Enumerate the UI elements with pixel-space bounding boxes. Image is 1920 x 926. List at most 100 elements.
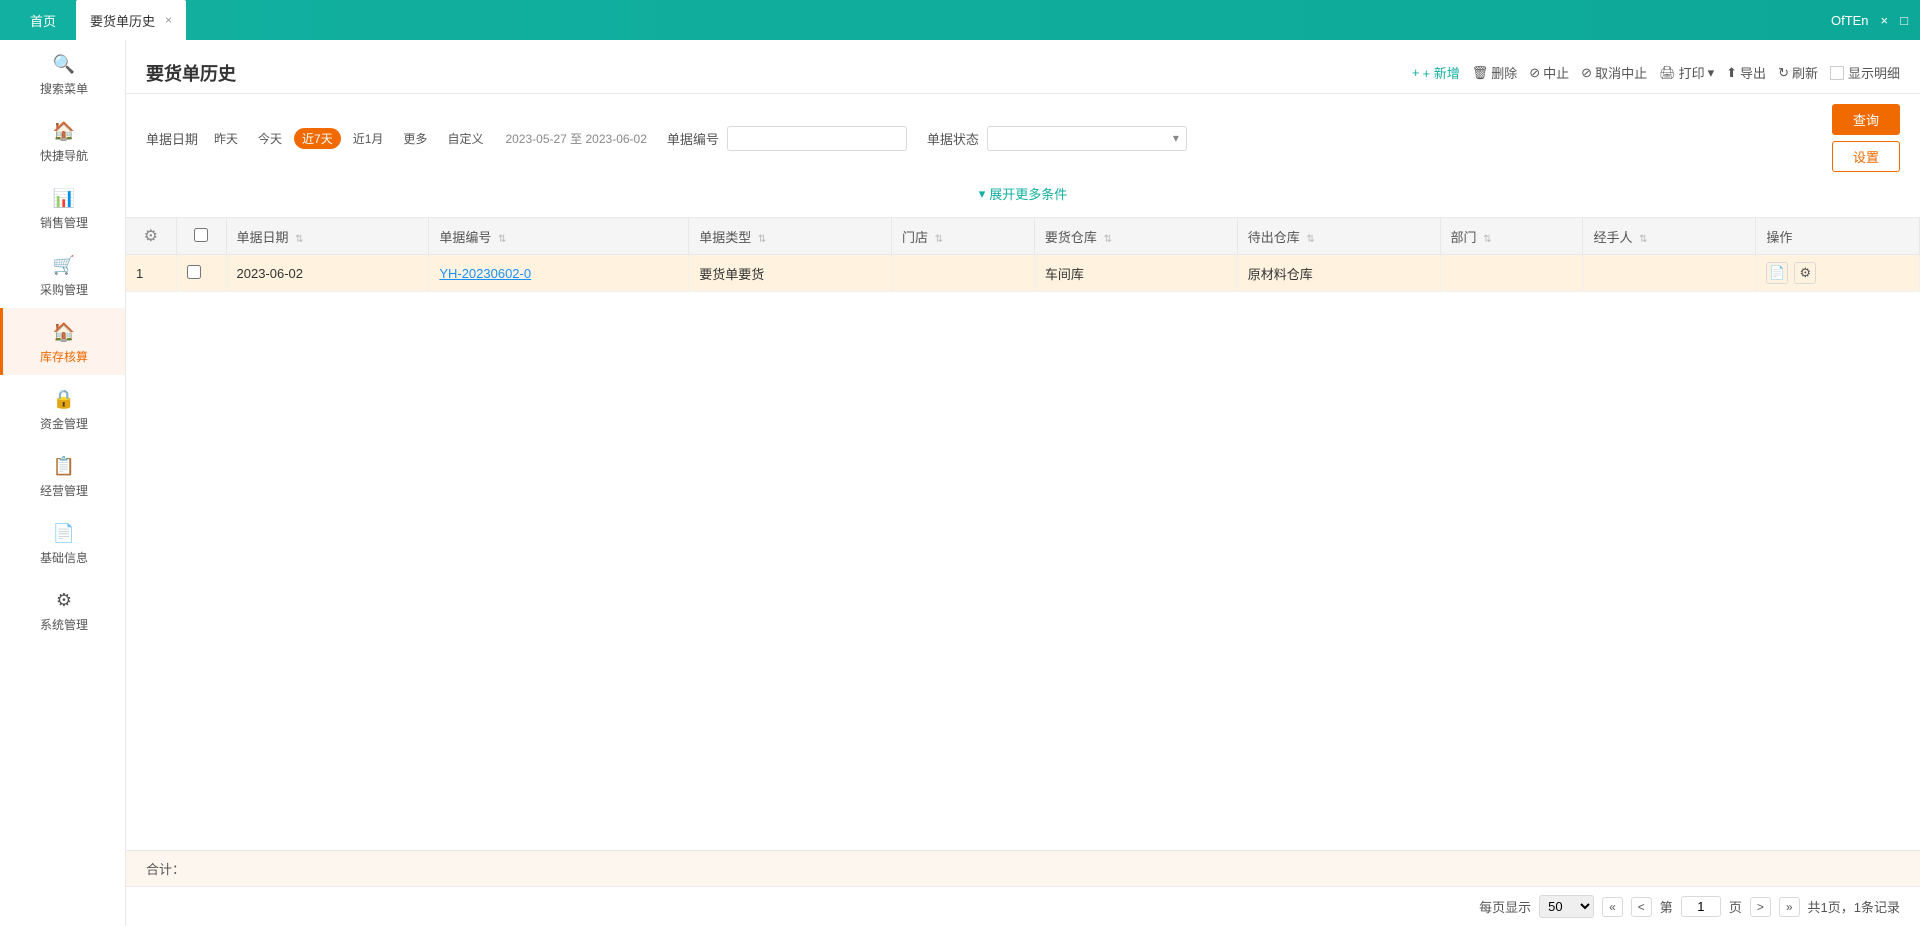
pagination: 每页显示 50 20 100 « < 第 页 > » 共1页，1条记录	[126, 886, 1920, 926]
date-btn-more[interactable]: 更多	[395, 128, 435, 149]
next-page-btn[interactable]: >	[1750, 897, 1771, 917]
th-handler[interactable]: 经手人 ⇅	[1583, 218, 1756, 255]
table-settings-icon[interactable]: ⚙	[144, 228, 158, 245]
date-btn-today[interactable]: 今天	[250, 128, 290, 149]
search-menu-icon: 🔍	[53, 54, 75, 75]
sidebar-item-quick-nav[interactable]: 🏠 快捷导航	[0, 107, 125, 174]
table-row[interactable]: 1 2023-06-02 YH-20230602-0 要货单要货 车间库 原材料…	[126, 255, 1920, 292]
th-store[interactable]: 门店 ⇅	[892, 218, 1035, 255]
filter-area: 单据日期 昨天 今天 近7天 近1月 更多 自定义 2023-05-27 至 2…	[126, 94, 1920, 218]
th-department[interactable]: 部门 ⇅	[1440, 218, 1583, 255]
tab-active[interactable]: 要货单历史 ×	[76, 0, 186, 40]
sort-icon-pend-wh: ⇅	[1306, 234, 1314, 245]
expand-icon: ▾	[979, 186, 986, 202]
sidebar: 🔍 搜索菜单 🏠 快捷导航 📊 销售管理 🛒 采购管理 🏠 库存核算 🔒 资金管…	[0, 40, 126, 926]
cell-doc-no[interactable]: YH-20230602-0	[429, 255, 689, 292]
op-view-icon[interactable]: 📄	[1766, 262, 1788, 284]
last-page-btn[interactable]: »	[1779, 897, 1800, 917]
display-detail-checkbox[interactable]	[1830, 66, 1844, 80]
filter-date-group: 单据日期 昨天 今天 近7天 近1月 更多 自定义 2023-05-27 至 2…	[146, 128, 647, 149]
date-btn-1month[interactable]: 近1月	[345, 128, 392, 149]
sidebar-item-purchase[interactable]: 🛒 采购管理	[0, 241, 125, 308]
cell-pending-warehouse: 原材料仓库	[1237, 255, 1440, 292]
close-window-icon[interactable]: ×	[1881, 13, 1889, 28]
th-checkbox[interactable]	[176, 218, 226, 255]
toolbar: + + 新增 🗑 删除 ⊘ 中止 ⊘ 取消中止 🖨 打印	[1412, 63, 1900, 82]
row-checkbox[interactable]	[187, 265, 201, 279]
cancel-stop-icon: ⊘	[1581, 65, 1592, 81]
new-icon: +	[1412, 65, 1420, 80]
total-info: 共1页，1条记录	[1808, 897, 1900, 916]
page-size-select[interactable]: 50 20 100	[1539, 895, 1594, 918]
cell-handler	[1583, 255, 1756, 292]
print-button[interactable]: 🖨 打印 ▾	[1659, 63, 1714, 82]
footer-summary: 合计：	[126, 850, 1920, 886]
status-select[interactable]	[987, 126, 1187, 151]
operations-icon: 📋	[53, 456, 75, 477]
sidebar-item-operations[interactable]: 📋 经营管理	[0, 442, 125, 509]
export-icon: ⬆	[1726, 65, 1737, 81]
sidebar-item-basic[interactable]: 📄 基础信息	[0, 509, 125, 576]
current-page-input[interactable]	[1681, 896, 1721, 917]
query-button[interactable]: 查询	[1832, 104, 1900, 135]
top-bar: 首页 要货单历史 × OfTEn × □	[0, 0, 1920, 40]
stop-icon: ⊘	[1529, 65, 1540, 81]
prev-page-btn[interactable]: <	[1631, 897, 1652, 917]
inventory-icon: 🏠	[53, 322, 75, 343]
data-table: ⚙ 单据日期 ⇅ 单据编号 ⇅	[126, 218, 1920, 292]
sidebar-item-inventory[interactable]: 🏠 库存核算	[0, 308, 125, 375]
date-btn-custom[interactable]: 自定义	[439, 128, 491, 149]
filter-status-group: 单据状态	[927, 126, 1187, 151]
display-detail-toggle[interactable]: 显示明细	[1830, 63, 1900, 82]
select-all-checkbox[interactable]	[194, 228, 208, 242]
th-doc-type[interactable]: 单据类型 ⇅	[689, 218, 892, 255]
th-settings[interactable]: ⚙	[126, 218, 176, 255]
cell-num: 1	[126, 255, 176, 292]
sidebar-item-system[interactable]: ⚙ 系统管理	[0, 576, 125, 643]
sort-icon-docno: ⇅	[498, 234, 506, 245]
docno-input[interactable]	[727, 126, 907, 151]
often-label: OfTEn	[1831, 13, 1869, 28]
cell-store	[892, 255, 1035, 292]
settings-button[interactable]: 设置	[1832, 141, 1900, 172]
action-buttons: 查询 设置	[1832, 104, 1900, 172]
th-pending-warehouse[interactable]: 待出仓库 ⇅	[1237, 218, 1440, 255]
page-suffix: 页	[1729, 897, 1742, 916]
sort-icon-date: ⇅	[295, 234, 303, 245]
sidebar-item-search-menu[interactable]: 🔍 搜索菜单	[0, 40, 125, 107]
cell-req-warehouse: 车间库	[1034, 255, 1237, 292]
tab-close-icon[interactable]: ×	[165, 13, 172, 27]
sidebar-label-finance: 资金管理	[40, 415, 88, 432]
delete-button[interactable]: 🗑 删除	[1472, 63, 1518, 82]
sidebar-item-finance[interactable]: 🔒 资金管理	[0, 375, 125, 442]
th-doc-no[interactable]: 单据编号 ⇅	[429, 218, 689, 255]
maximize-icon[interactable]: □	[1900, 13, 1908, 28]
stop-button[interactable]: ⊘ 中止	[1529, 63, 1569, 82]
cell-checkbox[interactable]	[176, 255, 226, 292]
export-button[interactable]: ⬆ 导出	[1726, 63, 1766, 82]
op-edit-icon[interactable]: ⚙	[1794, 262, 1816, 284]
finance-icon: 🔒	[53, 389, 75, 410]
first-page-btn[interactable]: «	[1602, 897, 1623, 917]
date-btn-7days[interactable]: 近7天	[294, 128, 341, 149]
table-area: ⚙ 单据日期 ⇅ 单据编号 ⇅	[126, 218, 1920, 850]
sidebar-label-search-menu: 搜索菜单	[40, 80, 88, 97]
system-icon: ⚙	[56, 590, 72, 611]
quick-nav-icon: 🏠	[53, 121, 75, 142]
sort-icon-req-wh: ⇅	[1104, 234, 1112, 245]
sidebar-item-sales[interactable]: 📊 销售管理	[0, 174, 125, 241]
purchase-icon: 🛒	[53, 255, 75, 276]
date-btn-yesterday[interactable]: 昨天	[206, 128, 246, 149]
page-size-label: 每页显示	[1479, 897, 1531, 916]
date-filter-btns: 昨天 今天 近7天 近1月 更多 自定义	[206, 128, 491, 149]
new-button[interactable]: + + 新增	[1412, 63, 1460, 82]
refresh-button[interactable]: ↻ 刷新	[1778, 63, 1818, 82]
th-req-warehouse[interactable]: 要货仓库 ⇅	[1034, 218, 1237, 255]
sort-icon-store: ⇅	[935, 234, 943, 245]
tab-home[interactable]: 首页	[12, 0, 74, 40]
cancel-stop-button[interactable]: ⊘ 取消中止	[1581, 63, 1647, 82]
cell-operation: 📄 ⚙	[1756, 255, 1920, 292]
th-doc-date[interactable]: 单据日期 ⇅	[226, 218, 429, 255]
expand-more-btn[interactable]: ▾ 展开更多条件	[146, 180, 1900, 207]
sidebar-label-operations: 经营管理	[40, 482, 88, 499]
